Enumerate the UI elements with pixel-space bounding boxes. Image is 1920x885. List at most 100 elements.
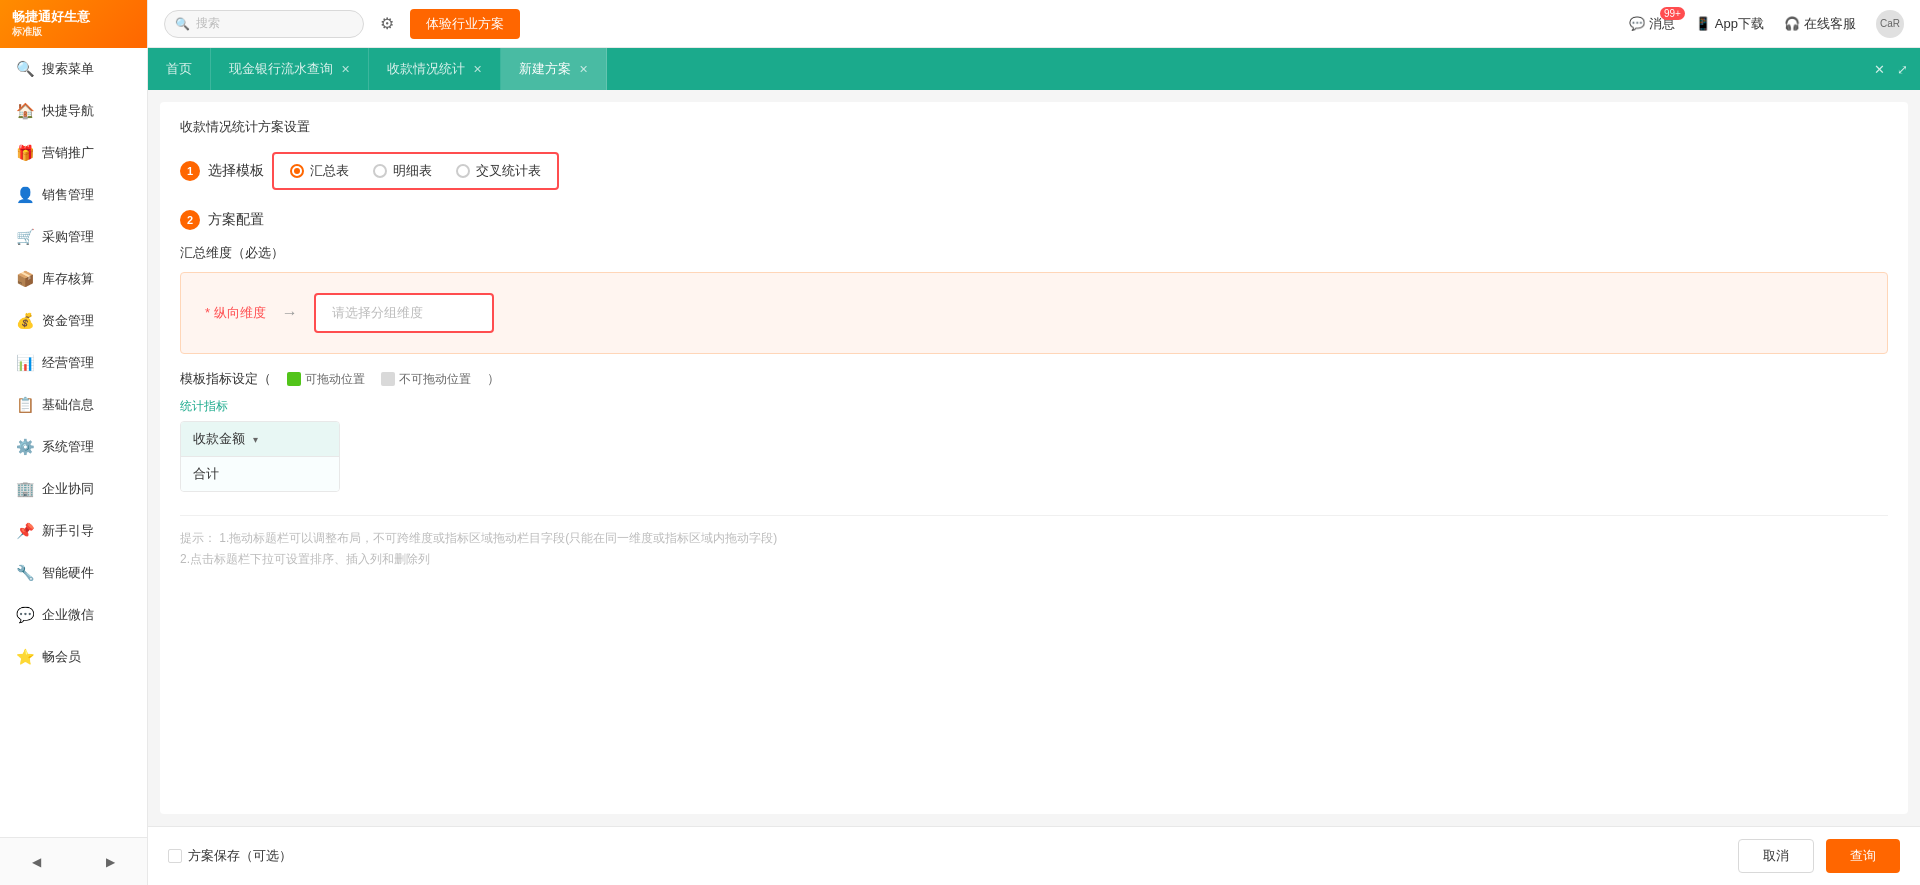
tab-new-plan[interactable]: 新建方案 ✕ [501, 48, 607, 90]
metrics-table-cell: 合计 [181, 457, 339, 491]
main-area: 🔍 搜索 ⚙ 体验行业方案 💬 消息 99+ 📱 App下载 🎧 在线客服 Ca… [148, 0, 1920, 885]
topbar-notifications[interactable]: 💬 消息 99+ [1629, 15, 1675, 33]
sidebar-icon-search-menu: 🔍 [16, 60, 34, 78]
sidebar-label-purchase: 采购管理 [42, 228, 94, 246]
sidebar-item-purchase[interactable]: 🛒 采购管理 [0, 216, 147, 258]
step1-header: 1 选择模板 汇总表 明细表 交叉统计表 [180, 152, 1888, 190]
tab-label-home: 首页 [166, 60, 192, 78]
sidebar-expand-right[interactable]: ▶ [74, 838, 148, 885]
footer-buttons: 取消 查询 [1738, 839, 1900, 873]
sidebar-label-enterprise: 企业协同 [42, 480, 94, 498]
tab-close-new-plan[interactable]: ✕ [579, 63, 588, 76]
topbar-right: 💬 消息 99+ 📱 App下载 🎧 在线客服 CaR [1629, 10, 1904, 38]
sidebar-item-member[interactable]: ⭐畅会员 [0, 636, 147, 678]
industry-btn[interactable]: 体验行业方案 [410, 9, 520, 39]
app-icon: 📱 [1695, 16, 1711, 31]
search-icon: 🔍 [175, 17, 190, 31]
sidebar-icon-basic-info: 📋 [16, 396, 34, 414]
support-label: 在线客服 [1804, 15, 1856, 33]
topbar-online-support[interactable]: 🎧 在线客服 [1784, 15, 1856, 33]
sidebar-nav: 🔍 搜索菜单 🏠快捷导航🎁营销推广👤销售管理 🛒 采购管理 📦 库存核算 💰资金管理📊经营管理… [0, 48, 147, 837]
dimension-select[interactable]: 请选择分组维度 [314, 293, 494, 333]
step2-header: 2 方案配置 [180, 210, 1888, 230]
sidebar-label-marketing: 营销推广 [42, 144, 94, 162]
stat-index-label: 统计指标 [180, 398, 1888, 415]
drag-active-indicator [287, 372, 301, 386]
tab-close-bank-flow[interactable]: ✕ [341, 63, 350, 76]
window-maximize-icon[interactable]: ⤢ [1897, 62, 1908, 77]
tab-close-receipt-stats[interactable]: ✕ [473, 63, 482, 76]
notification-badge: 99+ [1660, 7, 1685, 20]
dimension-title: 汇总维度（必选） [180, 244, 1888, 262]
sidebar-icon-wechat: 💬 [16, 606, 34, 624]
sidebar-icon-inventory: 📦 [16, 270, 34, 288]
window-close-icon[interactable]: ✕ [1874, 62, 1885, 77]
save-checkbox-label: 方案保存（可选） [188, 847, 292, 865]
topbar: 🔍 搜索 ⚙ 体验行业方案 💬 消息 99+ 📱 App下载 🎧 在线客服 Ca… [148, 0, 1920, 48]
radio-detail[interactable]: 明细表 [373, 162, 432, 180]
save-checkbox[interactable] [168, 849, 182, 863]
sidebar-collapse-left[interactable]: ◀ [0, 838, 74, 885]
dimension-arrow-icon: → [282, 304, 298, 322]
sidebar-item-sales[interactable]: 👤销售管理 [0, 174, 147, 216]
sidebar-item-operations[interactable]: 📊经营管理 [0, 342, 147, 384]
sidebar-label-finance: 资金管理 [42, 312, 94, 330]
radio-label-detail: 明细表 [393, 162, 432, 180]
step2-section: 2 方案配置 汇总维度（必选） * 纵向维度 → 请选择分组维度 [180, 210, 1888, 495]
panel-title: 收款情况统计方案设置 [180, 118, 1888, 136]
metrics-title: 模板指标设定（ [180, 370, 271, 388]
search-placeholder: 搜索 [196, 15, 220, 32]
non-draggable-badge: 不可拖动位置 [381, 371, 471, 388]
sidebar-item-basic-info[interactable]: 📋基础信息 [0, 384, 147, 426]
support-icon: 🎧 [1784, 16, 1800, 31]
radio-circle-cross [456, 164, 470, 178]
sidebar-label-inventory: 库存核算 [42, 270, 94, 288]
radio-group: 汇总表 明细表 交叉统计表 [272, 152, 559, 190]
sidebar-item-enterprise[interactable]: 🏢 企业协同 [0, 468, 147, 510]
sidebar-item-hardware[interactable]: 🔧智能硬件 [0, 552, 147, 594]
metrics-table: 收款金额 ▾ 合计 [180, 421, 340, 492]
sidebar-logo: 畅捷通好生意 标准版 [0, 0, 147, 48]
metrics-table-header: 收款金额 ▾ [181, 422, 339, 457]
metrics-dropdown-icon[interactable]: ▾ [253, 434, 258, 445]
radio-summary[interactable]: 汇总表 [290, 162, 349, 180]
tab-bank-flow[interactable]: 现金银行流水查询✕ [211, 48, 369, 90]
sidebar-item-search-menu[interactable]: 🔍 搜索菜单 [0, 48, 147, 90]
sidebar-icon-purchase: 🛒 [16, 228, 34, 246]
sidebar-item-inventory[interactable]: 📦 库存核算 [0, 258, 147, 300]
step1-number: 1 [180, 161, 200, 181]
step1-label: 选择模板 [208, 162, 264, 180]
sidebar-item-quick-nav[interactable]: 🏠快捷导航 [0, 90, 147, 132]
tab-receipt-stats[interactable]: 收款情况统计✕ [369, 48, 501, 90]
non-draggable-label: 不可拖动位置 [399, 371, 471, 388]
sidebar-item-system[interactable]: ⚙️系统管理 [0, 426, 147, 468]
config-area: 汇总维度（必选） * 纵向维度 → 请选择分组维度 [180, 244, 1888, 495]
topbar-search[interactable]: 🔍 搜索 [164, 10, 364, 38]
tab-home[interactable]: 首页 [148, 48, 211, 90]
topbar-avatar[interactable]: CaR [1876, 10, 1904, 38]
logo-name: 畅捷通好生意 [12, 9, 90, 25]
sidebar-item-marketing[interactable]: 🎁营销推广 [0, 132, 147, 174]
save-checkbox-item[interactable]: 方案保存（可选） [168, 847, 292, 865]
radio-label-summary: 汇总表 [310, 162, 349, 180]
sidebar-item-finance[interactable]: 💰资金管理 [0, 300, 147, 342]
sidebar-icon-quick-nav: 🏠 [16, 102, 34, 120]
close-paren: ） [487, 370, 500, 388]
query-button[interactable]: 查询 [1826, 839, 1900, 873]
tab-label-new-plan: 新建方案 [519, 60, 571, 78]
sidebar-icon-enterprise: 🏢 [16, 480, 34, 498]
dimension-box: * 纵向维度 → 请选择分组维度 [180, 272, 1888, 354]
sidebar-item-wechat[interactable]: 💬 企业微信 [0, 594, 147, 636]
radio-cross[interactable]: 交叉统计表 [456, 162, 541, 180]
sidebar-label-wechat: 企业微信 [42, 606, 94, 624]
logo-edition: 标准版 [12, 25, 90, 39]
sidebar-item-guide[interactable]: 📌新手引导 [0, 510, 147, 552]
topbar-app-download[interactable]: 📱 App下载 [1695, 15, 1764, 33]
radio-circle-detail [373, 164, 387, 178]
sidebar-label-search-menu: 搜索菜单 [42, 60, 94, 78]
tip-area: 提示： 1.拖动标题栏可以调整布局，不可跨维度或指标区域拖动栏目字段(只能在同一… [180, 515, 1888, 568]
cancel-button[interactable]: 取消 [1738, 839, 1814, 873]
topbar-gear-icon[interactable]: ⚙ [380, 14, 394, 33]
sidebar-icon-system: ⚙️ [16, 438, 34, 456]
step1-section: 1 选择模板 汇总表 明细表 交叉统计表 [180, 152, 1888, 190]
